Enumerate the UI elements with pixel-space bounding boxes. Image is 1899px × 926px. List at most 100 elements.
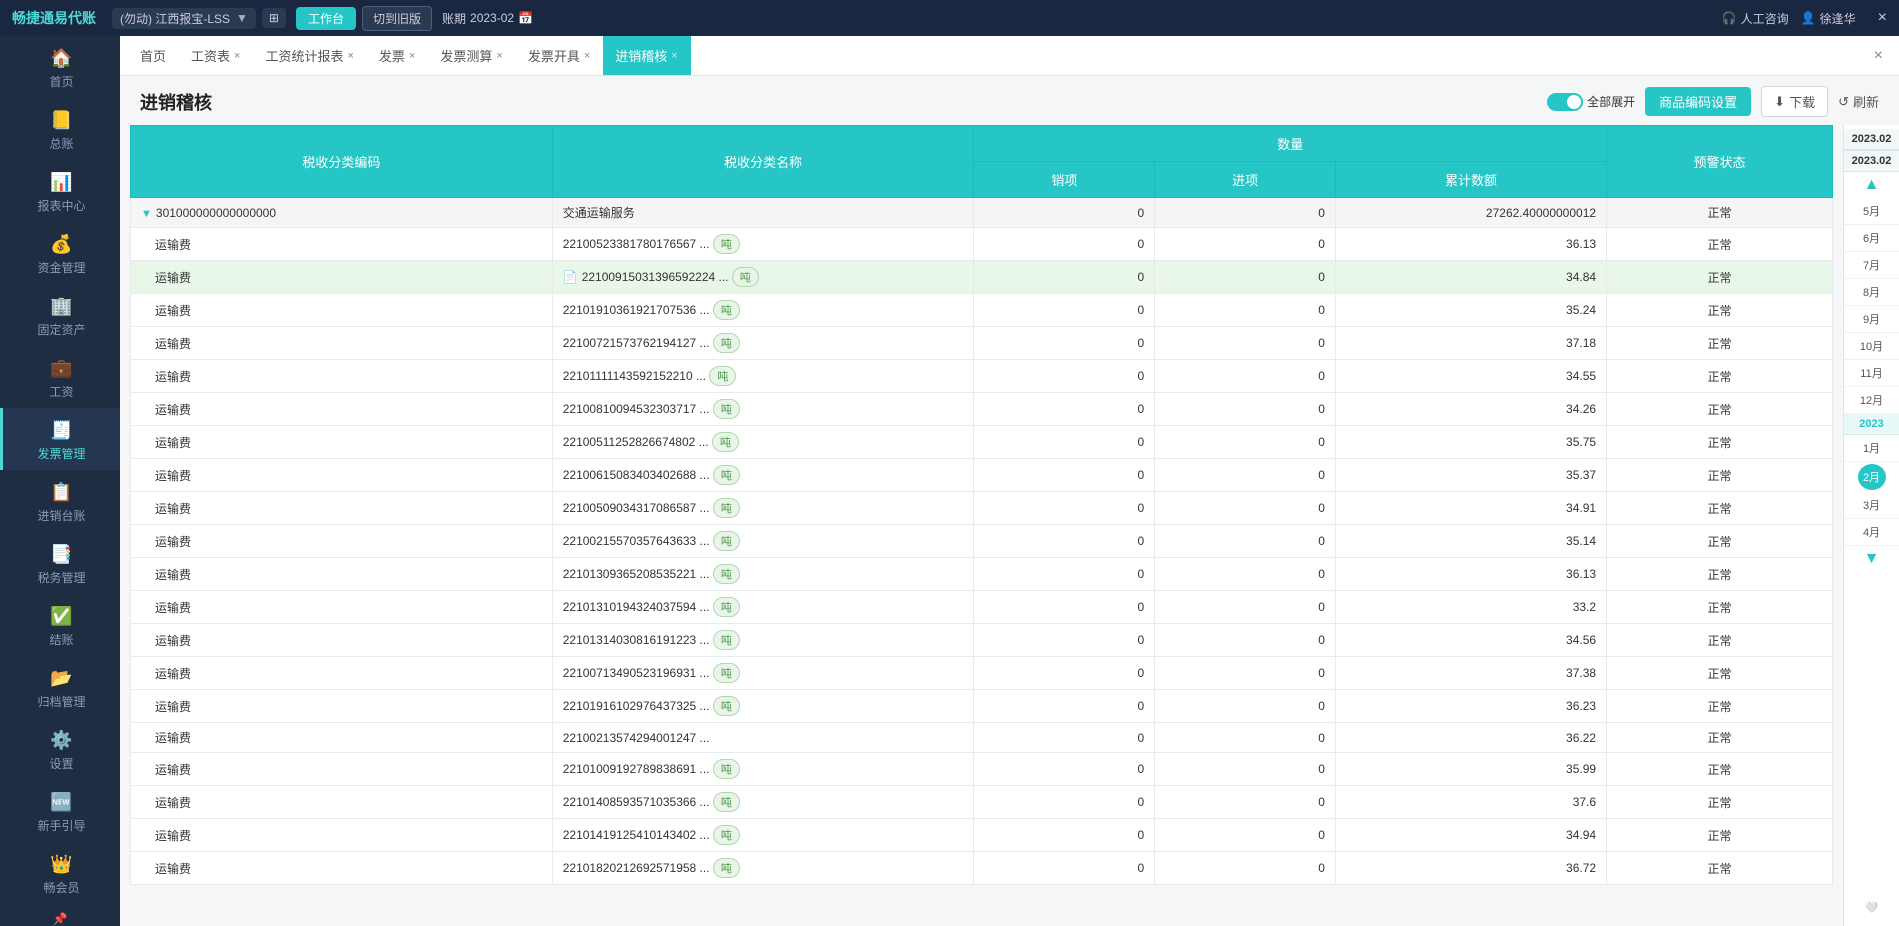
table-cell-sales: 0 [974, 261, 1155, 294]
calendar-month-12[interactable]: 12月 [1844, 387, 1899, 414]
support-button[interactable]: 🎧 人工咨询 [1722, 10, 1789, 27]
unit-tag: 吨 [713, 333, 740, 353]
table-cell-status: 正常 [1607, 459, 1833, 492]
toggle-switch[interactable] [1547, 93, 1583, 111]
table-cell-cumulative: 37.18 [1335, 327, 1606, 360]
unit-tag: 吨 [713, 825, 740, 845]
sidebar-item-home[interactable]: 🏠 首页 [0, 36, 120, 98]
sidebar-item-archive[interactable]: 📂 归档管理 [0, 656, 120, 718]
calendar-favorite-icon[interactable]: 🤍 [1861, 893, 1883, 922]
table-cell-purchase: 0 [1155, 198, 1336, 228]
table-cell-tax-code: 22101309365208535221 ... 吨 [552, 558, 974, 591]
calendar-month-5[interactable]: 5月 [1844, 198, 1899, 225]
period-calendar-icon[interactable]: 📅 [518, 11, 533, 25]
tab-invoice-open-close[interactable]: × [584, 50, 590, 62]
main-table: 税收分类编码 税收分类名称 数量 预警状态 销项 进项 累计数额 [130, 125, 1833, 885]
sidebar-item-salary[interactable]: 💼 工资 [0, 346, 120, 408]
calendar-nav-down[interactable]: ▼ [1844, 546, 1899, 572]
sidebar-item-guide[interactable]: 🆕 新手引导 [0, 780, 120, 842]
tab-home-label: 首页 [140, 46, 166, 65]
page-title: 进销稽核 [140, 89, 212, 115]
tab-invoice-calc[interactable]: 发票测算 × [428, 36, 515, 75]
table-cell-tax-code: 22100511252826674802 ... 吨 [552, 426, 974, 459]
table-cell-sales: 0 [974, 228, 1155, 261]
calendar-month-2-active[interactable]: 2月 [1858, 464, 1886, 490]
calendar-month-11[interactable]: 11月 [1844, 360, 1899, 387]
content-area: 首页 工资表 × 工资统计报表 × 发票 × 发票测算 × 发票开具 × [120, 36, 1899, 926]
calendar-month-1[interactable]: 1月 [1844, 435, 1899, 462]
sidebar-label-guide: 新手引导 [37, 817, 85, 834]
tabs-close-all[interactable]: × [1866, 47, 1891, 65]
calendar-month-9[interactable]: 9月 [1844, 306, 1899, 333]
table-cell-item-name: 运输费 [131, 753, 553, 786]
tab-invoice-close[interactable]: × [409, 50, 415, 62]
table-cell-sales: 0 [974, 852, 1155, 885]
sidebar-item-settle[interactable]: ✅ 结账 [0, 594, 120, 656]
tab-reconcile-label: 进销稽核 [615, 46, 667, 65]
sidebar-item-asset[interactable]: 🏢 固定资产 [0, 284, 120, 346]
calendar-month-3[interactable]: 3月 [1844, 492, 1899, 519]
table-cell-tax-code: 22100615083403402688 ... 吨 [552, 459, 974, 492]
tab-salary-report-close[interactable]: × [347, 50, 353, 62]
table-cell-status: 正常 [1607, 198, 1833, 228]
table-cell-sales: 0 [974, 786, 1155, 819]
sidebar-item-capital[interactable]: 💰 资金管理 [0, 222, 120, 284]
tab-home[interactable]: 首页 [128, 36, 179, 75]
tab-invoice-open-label: 发票开具 [528, 46, 580, 65]
table-cell-purchase: 0 [1155, 261, 1336, 294]
sidebar-item-purchasesale[interactable]: 📋 进销台账 [0, 470, 120, 532]
purchasesale-icon: 📋 [50, 482, 72, 503]
tab-invoice-calc-close[interactable]: × [496, 50, 502, 62]
tab-invoice-open[interactable]: 发票开具 × [516, 36, 603, 75]
pin-button[interactable]: 📌 取消固定 [0, 904, 120, 926]
calendar-month-6[interactable]: 6月 [1844, 225, 1899, 252]
sidebar-item-ledger[interactable]: 📒 总账 [0, 98, 120, 160]
tab-salary-table[interactable]: 工资表 × [179, 36, 253, 75]
sidebar-item-invoice[interactable]: 🧾 发票管理 [0, 408, 120, 470]
table-cell-item-name: 运输费 [131, 624, 553, 657]
calendar-month-4[interactable]: 4月 [1844, 519, 1899, 546]
close-button[interactable]: × [1878, 9, 1887, 27]
table-cell-purchase: 0 [1155, 492, 1336, 525]
calendar-year-label-top: 2023.02 [1844, 129, 1899, 150]
company-settings-button[interactable]: ⊞ [262, 8, 286, 28]
unit-tag: 吨 [732, 267, 759, 287]
table-cell-sales: 0 [974, 198, 1155, 228]
sidebar-item-tax[interactable]: 📑 税务管理 [0, 532, 120, 594]
workbench-button[interactable]: 工作台 [296, 7, 356, 30]
table-cell-cumulative: 34.26 [1335, 393, 1606, 426]
switch-version-button[interactable]: 切到旧版 [362, 6, 432, 31]
tab-invoice[interactable]: 发票 × [367, 36, 428, 75]
calendar-nav-up[interactable]: ▲ [1844, 172, 1899, 198]
tab-reconcile-close[interactable]: × [671, 50, 677, 62]
calendar-month-10[interactable]: 10月 [1844, 333, 1899, 360]
page-actions: 全部展开 商品编码设置 ⬇ 下载 ↺ 刷新 [1547, 86, 1879, 117]
unit-tag: 吨 [713, 465, 740, 485]
table-cell-cumulative: 34.55 [1335, 360, 1606, 393]
table-row: ▼301000000000000000 [131, 198, 553, 228]
calendar-month-8[interactable]: 8月 [1844, 279, 1899, 306]
salary-icon: 💼 [50, 358, 72, 379]
asset-icon: 🏢 [50, 296, 72, 317]
tab-salary-report[interactable]: 工资统计报表 × [253, 36, 366, 75]
tab-salary-table-close[interactable]: × [234, 50, 240, 62]
unit-tag: 吨 [713, 759, 740, 779]
table-cell-item-name: 运输费 [131, 786, 553, 819]
table-cell-tax-code: 22100213574294001247 ... [552, 723, 974, 753]
table-cell-purchase: 0 [1155, 624, 1336, 657]
period-label: 账期 2023-02 📅 [442, 10, 533, 27]
sidebar-item-report[interactable]: 📊 报表中心 [0, 160, 120, 222]
tab-reconcile[interactable]: 进销稽核 × [603, 36, 690, 75]
toggle-expand[interactable]: 全部展开 [1547, 93, 1635, 111]
product-code-settings-button[interactable]: 商品编码设置 [1645, 87, 1751, 116]
download-button[interactable]: ⬇ 下载 [1761, 86, 1828, 117]
company-selector[interactable]: (勿动) 江西报宝-LSS ▼ [112, 8, 256, 29]
user-menu[interactable]: 👤 徐逢华 [1801, 10, 1856, 27]
refresh-button[interactable]: ↺ 刷新 [1838, 92, 1879, 111]
sidebar-item-settings[interactable]: ⚙️ 设置 [0, 718, 120, 780]
table-cell-item-name: 运输费 [131, 558, 553, 591]
th-purchase: 进项 [1155, 162, 1336, 198]
app-logo: 畅捷通易代账 [12, 8, 96, 28]
calendar-month-7[interactable]: 7月 [1844, 252, 1899, 279]
sidebar-item-member[interactable]: 👑 畅会员 [0, 842, 120, 904]
